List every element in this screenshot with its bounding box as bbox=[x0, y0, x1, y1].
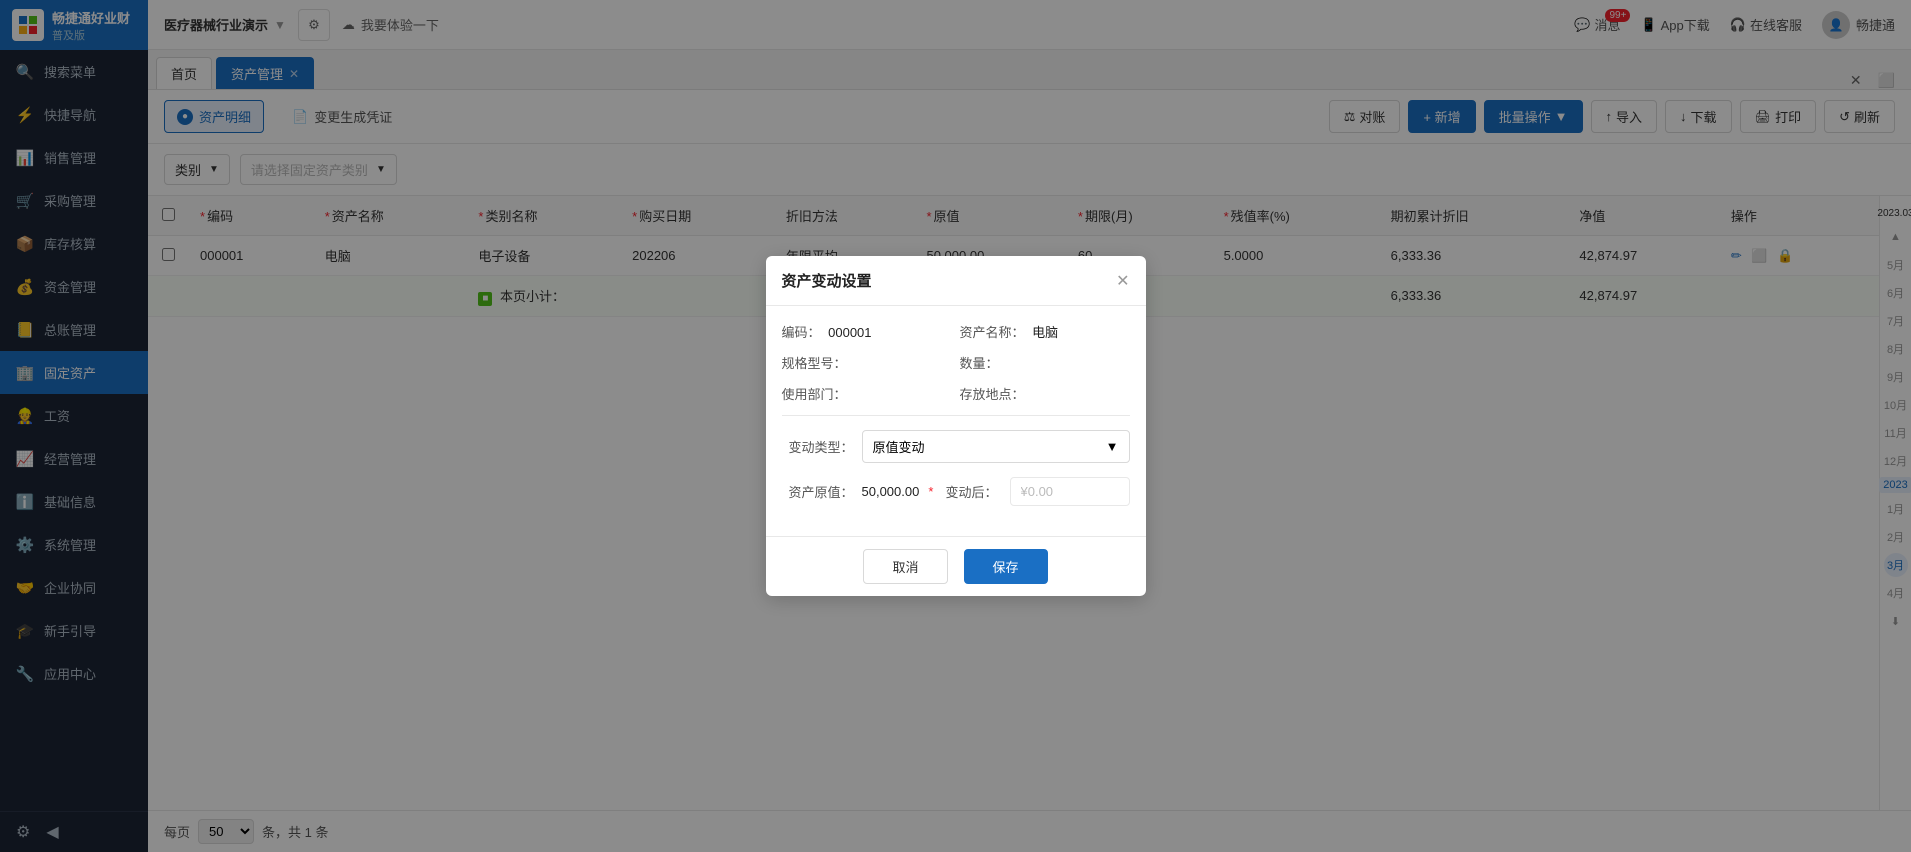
modal-close-button[interactable]: ✕ bbox=[1116, 271, 1129, 291]
modal-header: 资产变动设置 ✕ bbox=[766, 256, 1146, 306]
after-change-label: 变动后： bbox=[945, 482, 997, 501]
department-label: 使用部门： bbox=[782, 384, 952, 403]
save-button[interactable]: 保存 bbox=[964, 549, 1048, 584]
modal-col-dept: 使用部门： bbox=[782, 384, 952, 403]
modal-footer: 取消 保存 bbox=[766, 536, 1146, 596]
modal-info-row-2: 规格型号： 数量： bbox=[782, 353, 1130, 372]
modal-overlay: 资产变动设置 ✕ 编码： 000001 资产名称： 电脑 bbox=[0, 0, 1911, 852]
code-value: 000001 bbox=[828, 325, 871, 340]
modal-col-spec: 规格型号： bbox=[782, 353, 952, 372]
spec-label: 规格型号： bbox=[782, 353, 952, 372]
modal-field-original-value: 资产原值： 50,000.00 * 变动后： bbox=[782, 477, 1130, 506]
cancel-button[interactable]: 取消 bbox=[863, 549, 947, 584]
modal-col-name: 资产名称： 电脑 bbox=[960, 322, 1130, 341]
name-value: 电脑 bbox=[1032, 325, 1058, 340]
name-label: 资产名称： bbox=[960, 325, 1025, 340]
original-value-label: 资产原值： bbox=[782, 482, 854, 501]
modal-label-name: 资产名称： 电脑 bbox=[960, 322, 1130, 341]
modal-col-quantity: 数量： bbox=[960, 353, 1130, 372]
change-type-label: 变动类型： bbox=[782, 437, 854, 456]
modal-col-code: 编码： 000001 bbox=[782, 322, 952, 341]
modal-info-row-1: 编码： 000001 资产名称： 电脑 bbox=[782, 322, 1130, 341]
modal-label-code: 编码： 000001 bbox=[782, 322, 952, 341]
location-label: 存放地点： bbox=[960, 384, 1130, 403]
change-type-select[interactable]: 原值变动 ▼ bbox=[862, 430, 1130, 463]
required-star: * bbox=[928, 484, 933, 499]
change-type-value: 原值变动 bbox=[873, 437, 925, 456]
modal-title: 资产变动设置 bbox=[782, 270, 872, 291]
modal-col-location: 存放地点： bbox=[960, 384, 1130, 403]
select-chevron-icon: ▼ bbox=[1106, 439, 1119, 454]
asset-change-modal: 资产变动设置 ✕ 编码： 000001 资产名称： 电脑 bbox=[766, 256, 1146, 596]
modal-field-change-type: 变动类型： 原值变动 ▼ bbox=[782, 430, 1130, 463]
original-value-display: 50,000.00 bbox=[862, 484, 921, 499]
modal-divider bbox=[782, 415, 1130, 416]
modal-body: 编码： 000001 资产名称： 电脑 规格型号： 数量： bbox=[766, 306, 1146, 536]
quantity-label: 数量： bbox=[960, 353, 1130, 372]
modal-info-row-3: 使用部门： 存放地点： bbox=[782, 384, 1130, 403]
after-change-input[interactable] bbox=[1010, 477, 1130, 506]
code-label: 编码： bbox=[782, 325, 821, 340]
